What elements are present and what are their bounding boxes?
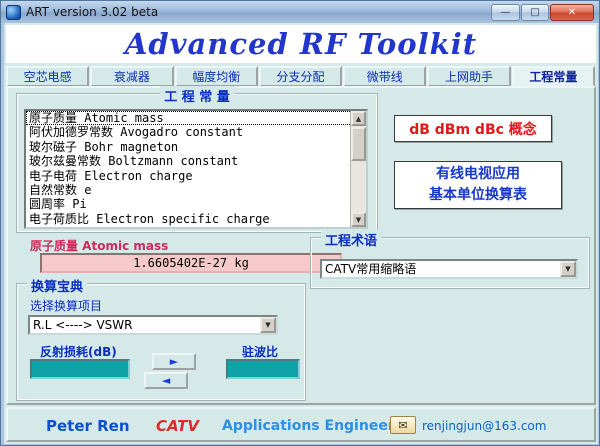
catv-table-line1: 有线电视应用 [436,164,520,185]
constant-list-item[interactable]: 阿伏加德罗常数 Avogadro constant [26,125,366,139]
minimize-icon: — [501,7,511,18]
arrow-left-icon: ◄ [162,375,170,387]
conversion-group-title: 换算宝典 [27,276,87,295]
status-bar: Peter Ren CATV Applications Engineer ✉ r… [6,407,596,442]
constant-list-item[interactable]: 圆周率 Pi [26,197,366,211]
catv-table-line2: 基本单位换算表 [429,185,527,206]
banner: Advanced RF Toolkit [6,25,596,63]
close-button[interactable]: ✕ [550,4,594,21]
terms-dropdown[interactable]: CATV常用缩略语 ▼ [320,259,578,279]
tab-engineering-constants[interactable]: 工程常量 [512,66,595,87]
tab-air-core-inductor[interactable]: 空芯电感 [6,66,89,87]
db-concept-button[interactable]: dB dBm dBc 概念 [394,115,552,142]
vswr-label: 驻波比 [242,343,278,360]
chevron-down-icon[interactable]: ▼ [560,261,576,277]
reflection-loss-label: 反射损耗(dB) [40,343,117,360]
constant-list-item[interactable]: 原子质量 Atomic mass [26,111,366,125]
author-role: Applications Engineer [222,418,395,434]
constants-group-title: 工 程 常 量 [160,86,234,105]
app-icon[interactable] [6,5,21,20]
app-title: Advanced RF Toolkit [125,27,477,61]
conversion-dropdown[interactable]: R.L <----> VSWR ▼ [28,315,278,335]
app-window: ART version 3.02 beta — □ ✕ Advanced RF … [0,0,600,446]
constant-list-item[interactable]: 自然常数 e [26,183,366,197]
catv-unit-table-button[interactable]: 有线电视应用 基本单位换算表 [394,161,562,209]
terms-group-title: 工程术语 [321,230,381,249]
convert-left-button[interactable]: ◄ [144,372,188,389]
constants-list: 原子质量 Atomic mass 阿伏加德罗常数 Avogadro consta… [24,109,368,229]
titlebar: ART version 3.02 beta — □ ✕ [1,1,599,23]
constant-value-field[interactable]: 1.6605402E-27 kg [40,253,342,273]
tab-internet-helper[interactable]: 上网助手 [427,66,510,87]
reflection-loss-field[interactable] [30,359,130,379]
tab-microstrip[interactable]: 微带线 [343,66,426,87]
constant-list-item[interactable]: 玻尔兹曼常数 Boltzmann constant [26,154,366,168]
maximize-button[interactable]: □ [521,4,549,21]
scroll-up-icon[interactable]: ▲ [351,111,366,126]
chevron-down-icon[interactable]: ▼ [260,317,276,333]
constant-list-item[interactable]: 电子荷质比 Electron specific charge [26,212,366,226]
vswr-field[interactable] [226,359,300,379]
constant-list-item[interactable]: 玻尔磁子 Bohr magneton [26,140,366,154]
email-button[interactable]: ✉ [390,416,416,434]
constant-list-item[interactable]: 电子电荷 Electron charge [26,169,366,183]
catv-brand: CATV [156,417,199,435]
author-name: Peter Ren [46,417,130,435]
maximize-icon: □ [530,7,539,18]
tab-strip: 空芯电感 衰减器 幅度均衡 分支分配 微带线 上网助手 工程常量 [6,66,596,87]
tab-attenuator[interactable]: 衰减器 [90,66,173,87]
minimize-button[interactable]: — [491,4,520,21]
window-title: ART version 3.02 beta [26,5,491,19]
conversion-dropdown-value: R.L <----> VSWR [30,317,260,333]
scrollbar-thumb[interactable] [351,127,366,161]
email-address: renjingjun@163.com [422,419,546,433]
client-area: Advanced RF Toolkit 空芯电感 衰减器 幅度均衡 分支分配 微… [4,23,598,444]
list-scrollbar[interactable]: ▲ ▼ [350,111,366,227]
tab-amplitude-equalizer[interactable]: 幅度均衡 [175,66,258,87]
arrow-right-icon: ► [170,356,178,368]
tab-splitter[interactable]: 分支分配 [259,66,342,87]
terms-dropdown-value: CATV常用缩略语 [322,261,560,277]
convert-right-button[interactable]: ► [152,353,196,370]
scroll-down-icon[interactable]: ▼ [351,212,366,227]
email-icon: ✉ [398,419,407,432]
close-icon: ✕ [568,7,576,18]
conversion-select-label: 选择换算项目 [30,297,102,314]
db-concept-label: dB dBm dBc 概念 [409,119,537,139]
selected-constant-label: 原子质量 Atomic mass [30,237,168,254]
